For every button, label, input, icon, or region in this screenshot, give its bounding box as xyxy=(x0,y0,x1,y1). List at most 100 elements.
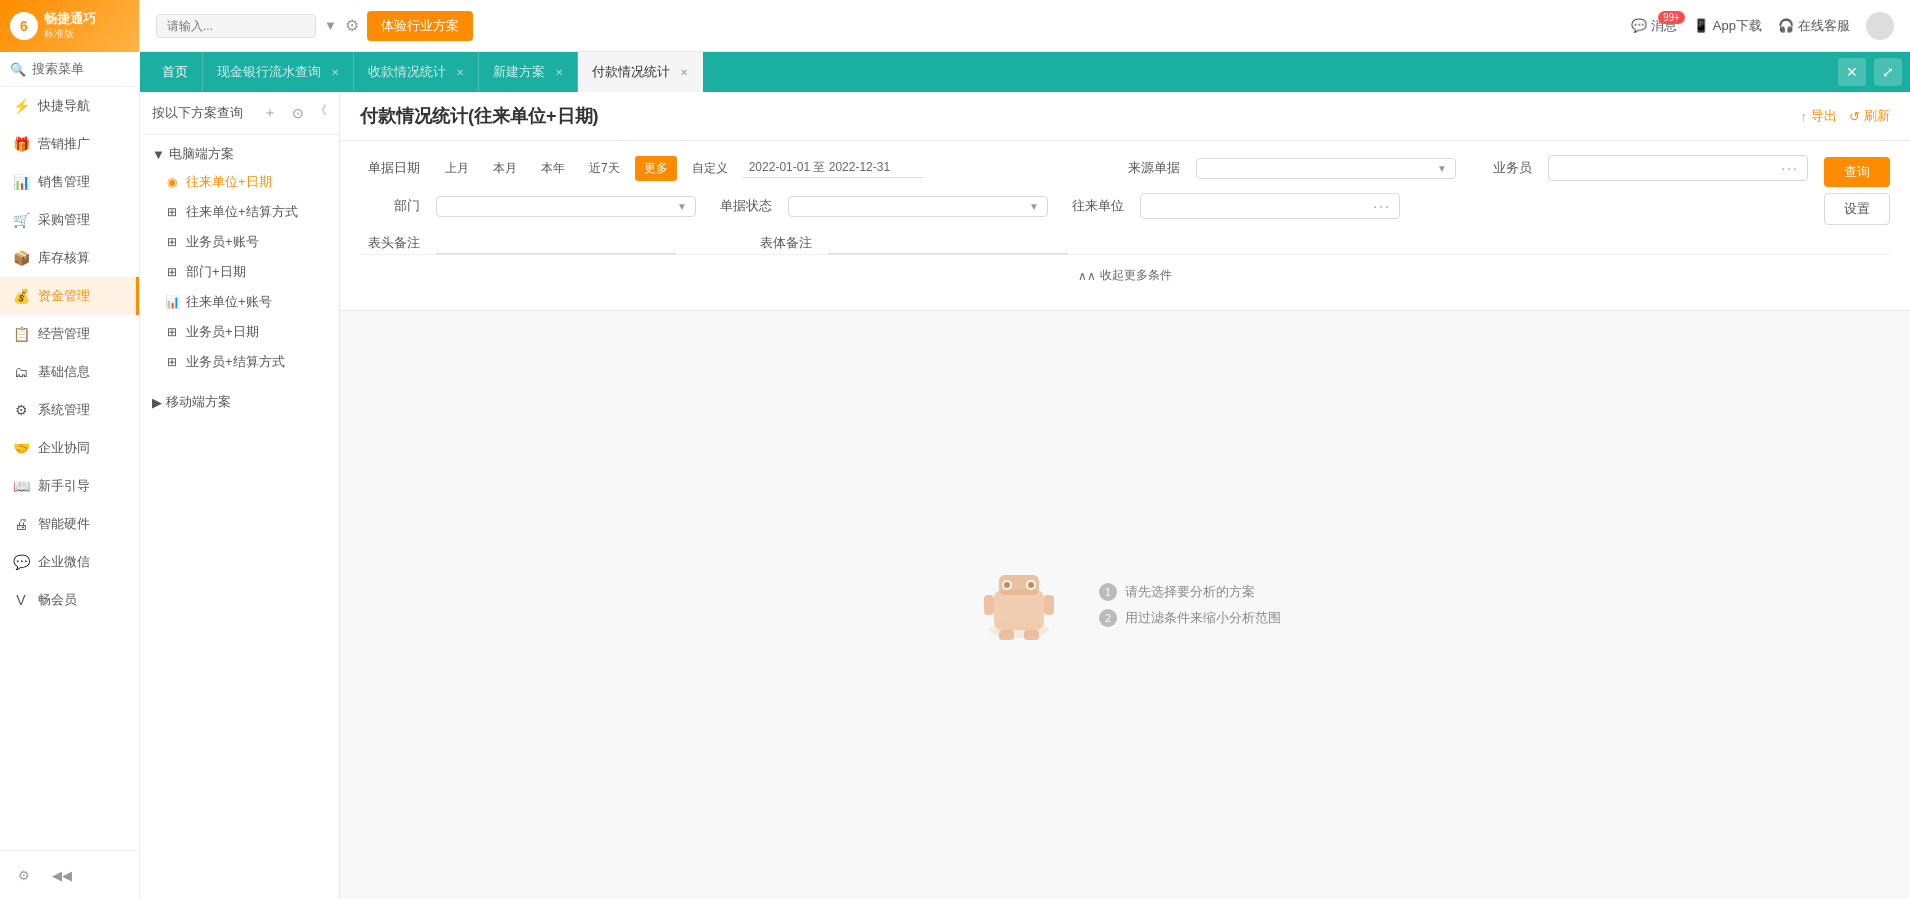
sidebar-item-quick-nav[interactable]: ⚡快捷导航 xyxy=(0,87,139,125)
dropdown-icon[interactable]: ▼ xyxy=(324,18,337,33)
date-last-month[interactable]: 上月 xyxy=(436,156,478,181)
sidebar-item-marketing[interactable]: 🎁营销推广 xyxy=(0,125,139,163)
mobile-scheme-group: ▶ 移动端方案 xyxy=(140,383,339,421)
close-tab-icon[interactable]: ✕ xyxy=(1838,58,1866,86)
tab-close-bank-flow[interactable]: ✕ xyxy=(331,67,339,78)
online-service-item[interactable]: 🎧 在线客服 xyxy=(1778,17,1850,35)
scheme-icon-staff-settle: ⊞ xyxy=(164,354,180,370)
tab-new-scheme[interactable]: 新建方案✕ xyxy=(479,52,578,92)
sidebar-item-member[interactable]: V畅会员 xyxy=(0,581,139,619)
scheme-item-unit-date[interactable]: ◉往来单位+日期 xyxy=(140,167,339,197)
nav-icon-base-info: 🗂 xyxy=(12,363,30,381)
add-scheme-icon[interactable]: ＋ xyxy=(259,102,281,124)
sidebar-item-base-info[interactable]: 🗂基础信息 xyxy=(0,353,139,391)
scheme-label-unit-account: 往来单位+账号 xyxy=(186,293,272,311)
hint-text-1: 请先选择要分析的方案 xyxy=(1125,583,1255,601)
right-content: 付款情况统计(往来单位+日期) ↑ 导出 ↺ 刷新 xyxy=(340,92,1910,899)
left-panel: 按以下方案查询 ＋ ⊙ 《 ▼ 电脑端方案 ◉往来单位+日期⊞往来单位+结算方式… xyxy=(140,92,340,899)
settings-button[interactable]: 设置 xyxy=(1824,193,1890,225)
tab-close-payment-stats[interactable]: ✕ xyxy=(680,67,688,78)
scheme-item-unit-settle[interactable]: ⊞往来单位+结算方式 xyxy=(140,197,339,227)
tab-bank-flow[interactable]: 现金银行流水查询✕ xyxy=(203,52,354,92)
sidebar-item-capital[interactable]: 💰资金管理 xyxy=(0,277,139,315)
nav-label-purchase: 采购管理 xyxy=(38,211,90,229)
date-more[interactable]: 更多 xyxy=(635,156,677,181)
maximize-icon[interactable]: ⤢ xyxy=(1874,58,1902,86)
export-button[interactable]: ↑ 导出 xyxy=(1801,107,1838,125)
tab-close-receipts-stats[interactable]: ✕ xyxy=(456,67,464,78)
sidebar-item-operation[interactable]: 📋经营管理 xyxy=(0,315,139,353)
collapse-panel-icon[interactable]: 《 xyxy=(315,102,327,124)
sidebar-item-smart-hw[interactable]: 🖨智能硬件 xyxy=(0,505,139,543)
scheme-item-staff-date[interactable]: ⊞业务员+日期 xyxy=(140,317,339,347)
nav-label-enterprise: 企业协同 xyxy=(38,439,90,457)
staff-more-icon[interactable]: ··· xyxy=(1781,160,1799,176)
desktop-group-label: 电脑端方案 xyxy=(169,145,234,163)
source-doc-select[interactable]: ▼ xyxy=(1196,158,1456,179)
refresh-icon: ↺ xyxy=(1849,109,1860,124)
sidebar-item-purchase[interactable]: 🛒采购管理 xyxy=(0,201,139,239)
desktop-group-header[interactable]: ▼ 电脑端方案 xyxy=(140,141,339,167)
nav-label-quick-nav: 快捷导航 xyxy=(38,97,90,115)
sidebar-header: 6 畅捷通巧 标准版 xyxy=(0,0,139,52)
date-control: 上月 本月 本年 近7天 更多 自定义 xyxy=(436,156,1104,181)
date-range-input[interactable] xyxy=(743,159,923,178)
body-note-input[interactable] xyxy=(828,231,1068,254)
nav-label-newbie: 新手引导 xyxy=(38,477,90,495)
nav-icon-newbie: 📖 xyxy=(12,477,30,495)
collapse-icon: ∧∧ xyxy=(1078,269,1096,283)
date-this-month[interactable]: 本月 xyxy=(484,156,526,181)
collapse-sidebar-icon[interactable]: ◀◀ xyxy=(48,861,76,889)
tab-payment-stats[interactable]: 付款情况统计✕ xyxy=(578,52,703,92)
settings-icon[interactable]: ⚙ xyxy=(345,16,359,35)
scheme-item-unit-account[interactable]: 📊往来单位+账号 xyxy=(140,287,339,317)
filter-area: 单据日期 上月 本月 本年 近7天 更多 自定义 来源单据 xyxy=(340,141,1910,311)
sidebar-item-inventory[interactable]: 📦库存核算 xyxy=(0,239,139,277)
date-7days[interactable]: 近7天 xyxy=(580,156,629,181)
svg-rect-1 xyxy=(994,590,1044,630)
date-custom[interactable]: 自定义 xyxy=(683,156,737,181)
doc-status-select[interactable]: ▼ xyxy=(788,196,1048,217)
message-item[interactable]: 💬 消息 99+ xyxy=(1631,17,1677,35)
sidebar-item-system[interactable]: ⚙系统管理 xyxy=(0,391,139,429)
header-note-input[interactable] xyxy=(436,231,676,254)
settings-icon[interactable]: ⚙ xyxy=(10,861,38,889)
tabbar-actions: ✕⤢ xyxy=(1838,58,1902,86)
refresh-button[interactable]: ↺ 刷新 xyxy=(1849,107,1890,125)
scheme-item-staff-account[interactable]: ⊞业务员+账号 xyxy=(140,227,339,257)
tab-home[interactable]: 首页 xyxy=(148,52,203,92)
mobile-group-header[interactable]: ▶ 移动端方案 xyxy=(140,389,339,415)
staff-select[interactable]: ··· xyxy=(1548,155,1808,181)
topbar-left: ▼ ⚙ 体验行业方案 xyxy=(156,11,1619,41)
trial-button[interactable]: 体验行业方案 xyxy=(367,11,473,41)
tab-receipts-stats[interactable]: 收款情况统计✕ xyxy=(354,52,479,92)
user-avatar[interactable] xyxy=(1866,12,1894,40)
collapse-more-button[interactable]: ∧∧ 收起更多条件 xyxy=(1066,263,1184,288)
tabbar: 首页现金银行流水查询✕收款情况统计✕新建方案✕付款情况统计✕✕⤢ xyxy=(140,52,1910,92)
scheme-item-dept-date[interactable]: ⊞部门+日期 xyxy=(140,257,339,287)
query-button[interactable]: 查询 xyxy=(1824,157,1890,187)
scheme-item-staff-settle[interactable]: ⊞业务员+结算方式 xyxy=(140,347,339,377)
search-input[interactable] xyxy=(156,14,316,38)
dept-select[interactable]: ▼ xyxy=(436,196,696,217)
export-icon: ↑ xyxy=(1801,109,1808,124)
sidebar-item-sales[interactable]: 📊销售管理 xyxy=(0,163,139,201)
app-download-item[interactable]: 📱 App下载 xyxy=(1693,17,1762,35)
sidebar-search[interactable]: 🔍 搜索菜单 xyxy=(0,52,139,87)
mobile-group-label: 移动端方案 xyxy=(166,393,231,411)
partner-more-icon[interactable]: ··· xyxy=(1373,198,1391,214)
app-icon: 📱 xyxy=(1693,18,1709,33)
partner-select[interactable]: ··· xyxy=(1140,193,1400,219)
page-title: 付款情况统计(往来单位+日期) xyxy=(360,104,1801,128)
sidebar-footer: ⚙ ◀◀ xyxy=(0,850,139,899)
sidebar-item-enterprise[interactable]: 🤝企业协同 xyxy=(0,429,139,467)
nav-label-smart-hw: 智能硬件 xyxy=(38,515,90,533)
svg-point-5 xyxy=(1004,582,1010,588)
empty-hint-1: 1 请先选择要分析的方案 xyxy=(1099,583,1281,601)
tab-close-new-scheme[interactable]: ✕ xyxy=(555,67,563,78)
sidebar-item-weixin[interactable]: 💬企业微信 xyxy=(0,543,139,581)
date-this-year[interactable]: 本年 xyxy=(532,156,574,181)
empty-content: 1 请先选择要分析的方案 2 用过滤条件来缩小分析范围 xyxy=(969,555,1281,655)
sidebar-item-newbie[interactable]: 📖 新手引导 xyxy=(0,467,139,505)
scheme-settings-icon[interactable]: ⊙ xyxy=(287,102,309,124)
